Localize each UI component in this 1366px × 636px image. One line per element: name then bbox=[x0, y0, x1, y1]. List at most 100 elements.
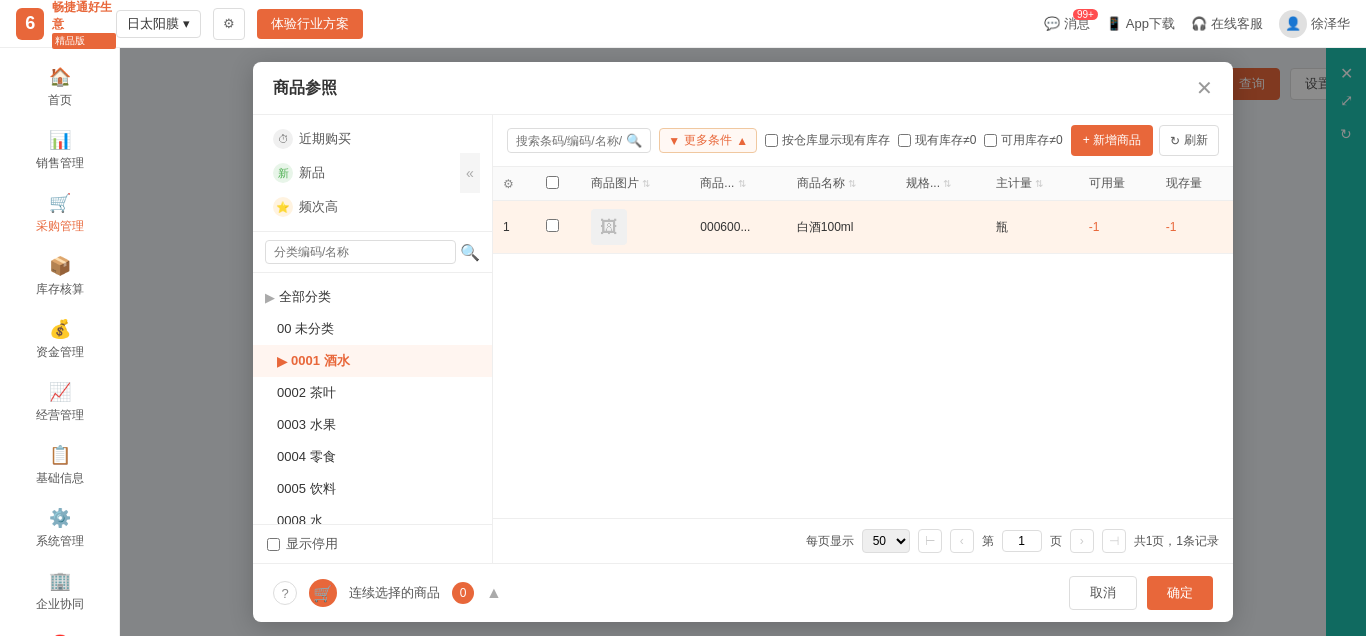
help-button[interactable]: ? bbox=[273, 581, 297, 605]
sidebar-item-purchase[interactable]: 🛒 采购管理 bbox=[0, 182, 119, 245]
more-filters-button[interactable]: ▼ 更多条件 ▲ bbox=[659, 128, 757, 153]
sidebar-item-enterprise[interactable]: 🏢 企业协同 bbox=[0, 560, 119, 623]
row-index-value: 1 bbox=[503, 220, 510, 234]
category-search-button[interactable]: 🔍 bbox=[460, 243, 480, 262]
stock-nonzero-checkbox-label: 现有库存≠0 bbox=[898, 132, 976, 149]
sidebar-label-operation: 经营管理 bbox=[36, 407, 84, 424]
page-size-select[interactable]: 50 bbox=[862, 529, 910, 553]
quick-filter-new[interactable]: 新 新品 bbox=[265, 157, 460, 189]
cat-item-fruit[interactable]: 0003 水果 bbox=[253, 409, 492, 441]
available-nonzero-checkbox[interactable] bbox=[984, 134, 997, 147]
sidebar-item-basic[interactable]: 📋 基础信息 bbox=[0, 434, 119, 497]
modal-close-button[interactable]: ✕ bbox=[1196, 76, 1213, 100]
quick-filter-recent[interactable]: ⏱ 近期购买 bbox=[265, 123, 460, 155]
cat-item-snack[interactable]: 0004 零食 bbox=[253, 441, 492, 473]
cat-label-alcohol: 0001 酒水 bbox=[291, 352, 350, 370]
available-nonzero-checkbox-label: 可用库存≠0 bbox=[984, 132, 1062, 149]
cat-item-uncategorized[interactable]: 00 未分类 bbox=[253, 313, 492, 345]
operation-icon: 📈 bbox=[49, 381, 71, 403]
col-image-header: 商品图片 ⇅ bbox=[581, 167, 690, 201]
category-search-row: 🔍 bbox=[253, 232, 492, 273]
col-name-label: 商品名称 bbox=[797, 176, 845, 190]
user-menu[interactable]: 👤 徐泽华 bbox=[1279, 10, 1350, 38]
collapse-left-button[interactable]: « bbox=[460, 153, 480, 193]
quick-filters: ⏱ 近期购买 新 新品 ⭐ 频次高 bbox=[253, 115, 492, 232]
table-row[interactable]: 1 🖼 bbox=[493, 201, 1233, 254]
row-checkbox-cell bbox=[536, 201, 581, 254]
prev-page-button[interactable]: ‹ bbox=[950, 529, 974, 553]
settings-button[interactable]: ⚙ bbox=[213, 8, 245, 40]
page-label: 第 bbox=[982, 533, 994, 550]
row-name-cell: 白酒100ml bbox=[787, 201, 896, 254]
modal-body: ⏱ 近期购买 新 新品 ⭐ 频次高 bbox=[253, 115, 1233, 563]
page-number-input[interactable] bbox=[1002, 530, 1042, 552]
sidebar-item-system[interactable]: ⚙️ 系统管理 bbox=[0, 497, 119, 560]
online-service-label: 在线客服 bbox=[1211, 15, 1263, 33]
topbar-middle: 日太阳膜 ▾ ⚙ 体验行业方案 bbox=[116, 8, 1044, 40]
sort-spec-icon: ⇅ bbox=[943, 178, 951, 189]
confirm-button[interactable]: 确定 bbox=[1147, 576, 1213, 610]
row-checkbox[interactable] bbox=[546, 219, 559, 232]
next-page-button[interactable]: › bbox=[1070, 529, 1094, 553]
table-header-row: ⚙ 商品图片 ⇅ bbox=[493, 167, 1233, 201]
sidebar: 🏠 首页 📊 销售管理 🛒 采购管理 📦 库存核算 💰 资金管理 📈 经营管理 … bbox=[0, 48, 120, 636]
collapse-cart-icon[interactable]: ▲ bbox=[486, 584, 502, 602]
last-page-button[interactable]: ⊣ bbox=[1102, 529, 1126, 553]
product-search-icon[interactable]: 🔍 bbox=[626, 133, 642, 148]
messages-button[interactable]: 💬 消息 99+ bbox=[1044, 15, 1090, 33]
cat-label-water: 0008 水 bbox=[277, 512, 323, 524]
col-unit-label: 主计量 bbox=[996, 176, 1032, 190]
recent-label: 近期购买 bbox=[299, 130, 351, 148]
online-service-button[interactable]: 🎧 在线客服 bbox=[1191, 15, 1263, 33]
refresh-button[interactable]: ↻ 刷新 bbox=[1159, 125, 1219, 156]
sidebar-item-guide[interactable]: 🎯 新手引导 bbox=[0, 623, 119, 636]
cat-item-alcohol[interactable]: ▶ 0001 酒水 bbox=[253, 345, 492, 377]
sidebar-item-operation[interactable]: 📈 经营管理 bbox=[0, 371, 119, 434]
topbar-right: 💬 消息 99+ 📱 App下载 🎧 在线客服 👤 徐泽华 bbox=[1044, 10, 1350, 38]
main-layout: 🏠 首页 📊 销售管理 🛒 采购管理 📦 库存核算 💰 资金管理 📈 经营管理 … bbox=[0, 48, 1366, 636]
select-all-checkbox[interactable] bbox=[546, 176, 559, 189]
cancel-button[interactable]: 取消 bbox=[1069, 576, 1137, 610]
cat-label-snack: 0004 零食 bbox=[277, 448, 336, 466]
stock-nonzero-checkbox[interactable] bbox=[898, 134, 911, 147]
sidebar-item-sales[interactable]: 📊 销售管理 bbox=[0, 119, 119, 182]
cat-item-tea[interactable]: 0002 茶叶 bbox=[253, 377, 492, 409]
display-disabled-checkbox[interactable] bbox=[267, 538, 280, 551]
inventory-icon: 📦 bbox=[49, 255, 71, 277]
first-page-button[interactable]: ⊢ bbox=[918, 529, 942, 553]
sidebar-item-home[interactable]: 🏠 首页 bbox=[0, 56, 119, 119]
more-filters-label: 更多条件 bbox=[684, 132, 732, 149]
message-icon: 💬 bbox=[1044, 16, 1060, 31]
app-download-button[interactable]: 📱 App下载 bbox=[1106, 15, 1175, 33]
trial-button[interactable]: 体验行业方案 bbox=[257, 9, 363, 39]
quick-filter-list: ⏱ 近期购买 新 新品 ⭐ 频次高 bbox=[265, 123, 460, 223]
cat-item-beverage[interactable]: 0005 饮料 bbox=[253, 473, 492, 505]
store-selector[interactable]: 日太阳膜 ▾ bbox=[116, 10, 201, 38]
sidebar-item-finance[interactable]: 💰 资金管理 bbox=[0, 308, 119, 371]
pagination-bar: 每页显示 50 ⊢ ‹ 第 页 › ⊣ 共1页，1条记录 bbox=[493, 518, 1233, 563]
column-settings-icon[interactable]: ⚙ bbox=[503, 177, 514, 191]
sidebar-label-sales: 销售管理 bbox=[36, 155, 84, 172]
recent-icon: ⏱ bbox=[273, 129, 293, 149]
cat-label-all: 全部分类 bbox=[279, 288, 331, 306]
filter-bar: 🔍 ▼ 更多条件 ▲ 按仓库显示现有库存 bbox=[493, 115, 1233, 167]
image-placeholder-icon: 🖼 bbox=[600, 217, 618, 238]
sidebar-label-purchase: 采购管理 bbox=[36, 218, 84, 235]
sidebar-label-enterprise: 企业协同 bbox=[36, 596, 84, 613]
row-unit-value: 瓶 bbox=[996, 220, 1008, 234]
cat-item-water[interactable]: 0008 水 bbox=[253, 505, 492, 524]
col-spec-header: 规格... ⇅ bbox=[896, 167, 986, 201]
sort-unit-icon: ⇅ bbox=[1035, 178, 1043, 189]
display-disabled-row: 显示停用 bbox=[253, 524, 492, 563]
product-table-wrap: ⚙ 商品图片 ⇅ bbox=[493, 167, 1233, 518]
sidebar-label-home: 首页 bbox=[48, 92, 72, 109]
sort-name-icon: ⇅ bbox=[848, 178, 856, 189]
warehouse-stock-checkbox[interactable] bbox=[765, 134, 778, 147]
product-search-input[interactable] bbox=[516, 134, 622, 148]
quick-filter-frequent[interactable]: ⭐ 频次高 bbox=[265, 191, 460, 223]
refresh-label: 刷新 bbox=[1184, 132, 1208, 149]
category-search-input[interactable] bbox=[265, 240, 456, 264]
cat-item-all[interactable]: ▶ 全部分类 bbox=[253, 281, 492, 313]
sidebar-item-inventory[interactable]: 📦 库存核算 bbox=[0, 245, 119, 308]
add-product-button[interactable]: + 新增商品 bbox=[1071, 125, 1153, 156]
